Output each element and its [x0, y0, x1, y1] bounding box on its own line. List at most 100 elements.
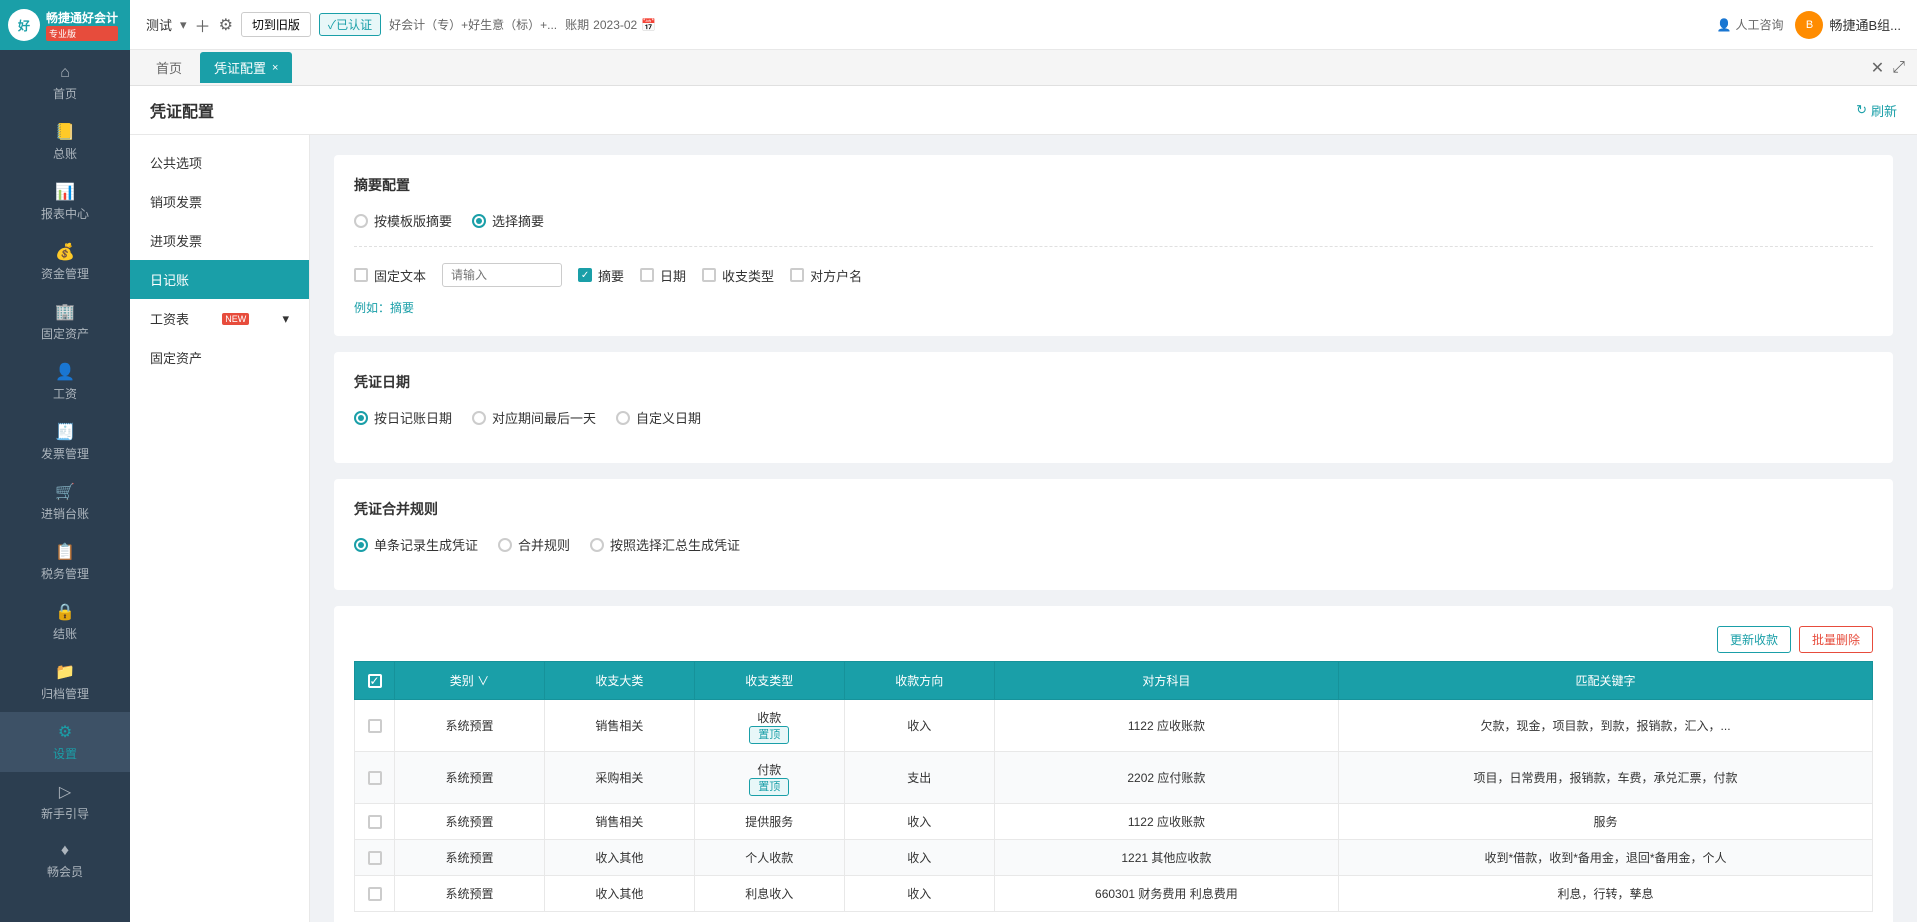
radio-single-record[interactable]: 单条记录生成凭证: [354, 535, 478, 554]
tag-top-2[interactable]: 置顶: [749, 778, 789, 796]
row-checkbox-1[interactable]: [368, 719, 382, 733]
income-expense-table: ✓ 类别 ∨ 收支大类 收支类型 收款方向 对方科目 匹配关键字: [354, 661, 1873, 912]
td-checkbox-3[interactable]: [355, 804, 395, 840]
left-menu-item-salary-table[interactable]: 工资表 NEW ▾: [130, 299, 309, 338]
row-checkbox-5[interactable]: [368, 887, 382, 901]
checkbox-counterpart[interactable]: 对方户名: [790, 266, 862, 285]
td-keywords-4: 收到*借款，收到*备用金，退回*备用金，个人: [1339, 840, 1873, 876]
radio-period-last[interactable]: 对应期间最后一天: [472, 408, 596, 427]
sidebar-item-invoices[interactable]: 🧾 发票管理: [0, 412, 130, 472]
row-checkbox-2[interactable]: [368, 771, 382, 785]
row-checkbox-3[interactable]: [368, 815, 382, 829]
closing-icon: 🔒: [55, 602, 75, 622]
td-type-4: 个人收款: [694, 840, 844, 876]
th-keywords: 匹配关键字: [1339, 662, 1873, 700]
sidebar-item-settings[interactable]: ⚙ 设置: [0, 712, 130, 772]
sidebar-item-guide[interactable]: ▷ 新手引导: [0, 772, 130, 832]
tag-top-1[interactable]: 置顶: [749, 726, 789, 744]
tax-icon: 📋: [55, 542, 75, 562]
td-checkbox-2[interactable]: [355, 752, 395, 804]
sidebar-item-label-member: 畅会员: [47, 863, 83, 880]
sidebar-item-label-purchasing: 进销台账: [41, 505, 89, 522]
sidebar-item-purchasing[interactable]: 🛒 进销台账: [0, 472, 130, 532]
funds-icon: 💰: [55, 242, 75, 262]
settings-gear-icon[interactable]: ⚙: [219, 15, 233, 35]
sidebar-item-salary[interactable]: 👤 工资: [0, 352, 130, 412]
tab-home[interactable]: 首页: [142, 52, 196, 83]
th-subject: 对方科目: [994, 662, 1338, 700]
left-menu-item-diary[interactable]: 日记账: [130, 260, 309, 299]
td-direction-5: 收入: [844, 876, 994, 912]
tab-voucher-config[interactable]: 凭证配置 ×: [200, 52, 292, 83]
sidebar-item-tax[interactable]: 📋 税务管理: [0, 532, 130, 592]
td-category-3: 系统预置: [395, 804, 545, 840]
tab-close-icon[interactable]: ×: [272, 62, 278, 74]
table-row: 系统预置 销售相关 提供服务 收入 1122 应收账款 服务: [355, 804, 1873, 840]
left-menu-item-sales-invoice[interactable]: 销项发票: [130, 182, 309, 221]
summary-config-title: 摘要配置: [354, 175, 1873, 195]
tab-close-button[interactable]: ✕: [1871, 58, 1884, 78]
sidebar-item-closing[interactable]: 🔒 结账: [0, 592, 130, 652]
td-subject-5: 660301 财务费用 利息费用: [994, 876, 1338, 912]
left-menu-item-public[interactable]: 公共选项: [130, 143, 309, 182]
help-button[interactable]: 👤 人工咨询: [1717, 16, 1784, 33]
tab-bar: 首页 凭证配置 × ✕ ⤢: [130, 50, 1917, 86]
radio-select-summary[interactable]: 选择摘要: [472, 211, 544, 230]
sidebar-item-assets[interactable]: 🏢 固定资产: [0, 292, 130, 352]
refresh-button[interactable]: ↻ 刷新: [1856, 101, 1897, 120]
td-checkbox-5[interactable]: [355, 876, 395, 912]
radio-circle-template: [354, 214, 368, 228]
td-direction-1: 收入: [844, 700, 994, 752]
old-version-button[interactable]: 切到旧版: [241, 12, 311, 37]
sidebar-item-ledger[interactable]: 📒 总账: [0, 112, 130, 172]
update-button[interactable]: 更新收款: [1717, 626, 1791, 653]
page-wrapper: 凭证配置 ↻ 刷新 公共选项 销项发票: [130, 86, 1917, 922]
checkbox-date[interactable]: 日期: [640, 266, 686, 285]
left-menu-item-fixed-assets[interactable]: 固定资产: [130, 338, 309, 377]
checkbox-type[interactable]: 收支类型: [702, 266, 774, 285]
checkbox-row: 固定文本 ✓ 摘要 日期: [354, 263, 1873, 287]
period-value: 2023-02: [593, 18, 637, 32]
sidebar-item-member[interactable]: ♦ 畅会员: [0, 832, 130, 890]
fixed-text-input[interactable]: [442, 263, 562, 287]
user-info[interactable]: B 畅捷通B组...: [1795, 11, 1901, 39]
sidebar-item-reports[interactable]: 📊 报表中心: [0, 172, 130, 232]
radio-diary-date[interactable]: 按日记账日期: [354, 408, 452, 427]
sidebar-item-label-guide: 新手引导: [41, 805, 89, 822]
add-icon[interactable]: ＋: [195, 13, 211, 37]
checkbox-box-summary: ✓: [578, 268, 592, 282]
radio-circle-total: [590, 538, 604, 552]
archive-icon: 📁: [55, 662, 75, 682]
th-category[interactable]: 类别 ∨: [395, 662, 545, 700]
radio-merge-rule[interactable]: 合并规则: [498, 535, 570, 554]
batch-delete-button[interactable]: 批量删除: [1799, 626, 1873, 653]
row-checkbox-4[interactable]: [368, 851, 382, 865]
user-name: 畅捷通B组...: [1829, 15, 1901, 34]
company-dropdown-icon[interactable]: ▾: [180, 17, 187, 33]
checkbox-fixed-text[interactable]: 固定文本: [354, 266, 426, 285]
td-checkbox-4[interactable]: [355, 840, 395, 876]
help-icon: 👤: [1717, 18, 1732, 32]
merge-rules-title: 凭证合并规则: [354, 499, 1873, 519]
sidebar-item-funds[interactable]: 💰 资金管理: [0, 232, 130, 292]
select-all-checkbox[interactable]: ✓: [368, 674, 382, 688]
td-type-3: 提供服务: [694, 804, 844, 840]
td-subject-4: 1221 其他应收款: [994, 840, 1338, 876]
tab-maximize-button[interactable]: ⤢: [1892, 59, 1905, 77]
sidebar-item-label-closing: 结账: [53, 625, 77, 642]
radio-custom-date[interactable]: 自定义日期: [616, 408, 701, 427]
calendar-icon[interactable]: 📅: [641, 18, 656, 32]
period-label: 账期: [565, 16, 589, 33]
th-type: 收支类型: [694, 662, 844, 700]
sidebar-item-archive[interactable]: 📁 归档管理: [0, 652, 130, 712]
sidebar-item-home[interactable]: ⌂ 首页: [0, 54, 130, 112]
left-menu-item-purchase-invoice[interactable]: 进项发票: [130, 221, 309, 260]
td-type-5: 利息收入: [694, 876, 844, 912]
table-row: 系统预置 收入其他 个人收款 收入 1221 其他应收款 收到*借款，收到*备用…: [355, 840, 1873, 876]
td-checkbox-1[interactable]: [355, 700, 395, 752]
checkbox-summary[interactable]: ✓ 摘要: [578, 266, 624, 285]
radio-total-generate[interactable]: 按照选择汇总生成凭证: [590, 535, 740, 554]
radio-template-summary[interactable]: 按模板版摘要: [354, 211, 452, 230]
td-direction-3: 收入: [844, 804, 994, 840]
company-name: 测试: [146, 15, 172, 34]
